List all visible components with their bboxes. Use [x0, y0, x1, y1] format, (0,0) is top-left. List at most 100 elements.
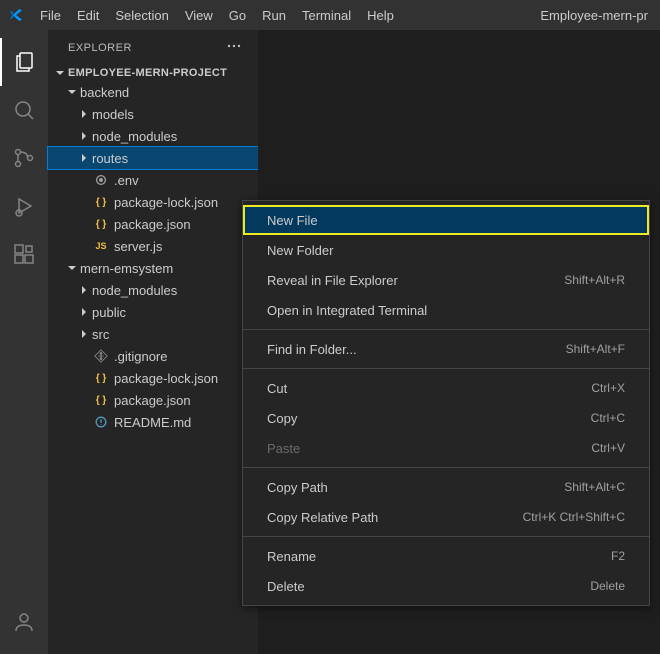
sidebar-header: EXPLORER [48, 30, 258, 65]
menu-help[interactable]: Help [359, 0, 402, 30]
tree-item-package-json[interactable]: { }package.json [48, 389, 258, 411]
tree-item-label: .env [114, 173, 139, 188]
menu-item-open-in-integrated-terminal[interactable]: Open in Integrated Terminal [243, 295, 649, 325]
file-tree: EMPLOYEE-MERN-PROJECT backend models node_… [48, 65, 258, 433]
tree-item-label: .gitignore [114, 349, 167, 364]
extensions-activity[interactable] [0, 230, 48, 278]
activity-bar [0, 30, 48, 654]
menu-separator [243, 368, 649, 369]
menu-item-label: Cut [267, 381, 287, 396]
env-file-icon [92, 173, 110, 187]
tree-item-label: backend [80, 85, 129, 100]
js-file-icon: JS [92, 241, 110, 251]
chevron-right-icon [76, 153, 92, 163]
more-actions-icon[interactable] [226, 38, 242, 57]
git-file-icon [92, 349, 110, 363]
menu-item-copy-path[interactable]: Copy Path Shift+Alt+C [243, 472, 649, 502]
menu-item-shortcut: Ctrl+C [591, 411, 625, 425]
tree-item-package-lock-json[interactable]: { } package-lock.json [48, 367, 258, 389]
accounts-activity[interactable] [0, 598, 48, 646]
tree-item-mern-emsystem[interactable]: mern-emsystem [48, 257, 258, 279]
context-menu: New File New Folder Reveal in File Explore… [242, 200, 650, 606]
menu-selection[interactable]: Selection [107, 0, 176, 30]
tree-item-models[interactable]: models [48, 103, 258, 125]
menu-item-shortcut: F2 [611, 549, 625, 563]
menu-edit[interactable]: Edit [69, 0, 107, 30]
section-label: EMPLOYEE-MERN-PROJECT [68, 67, 227, 79]
chevron-down-icon [52, 68, 68, 78]
tree-item-node-modules[interactable]: node_modules [48, 125, 258, 147]
menu-item-rename[interactable]: Rename F2 [243, 541, 649, 571]
menu-item-label: Copy Path [267, 480, 328, 495]
menu-item-delete[interactable]: Delete Delete [243, 571, 649, 601]
json-file-icon: { } [92, 219, 110, 230]
menu-separator [243, 329, 649, 330]
menu-separator [243, 536, 649, 537]
menu-item-label: New Folder [267, 243, 333, 258]
menu-item-cut[interactable]: Cut Ctrl+X [243, 373, 649, 403]
menu-item-label: Copy [267, 411, 297, 426]
vscode-logo-icon [8, 7, 24, 23]
tree-item-label: package-lock.json [114, 371, 218, 386]
tree-item-label: package-lock.json [114, 195, 218, 210]
menu-item-copy-relative-path[interactable]: Copy Relative Path Ctrl+K Ctrl+Shift+C [243, 502, 649, 532]
sidebar: EXPLORER EMPLOYEE-MERN-PROJECT backend mo… [48, 30, 258, 654]
chevron-right-icon [76, 329, 92, 339]
tree-item-label: server.js [114, 239, 162, 254]
chevron-right-icon [76, 307, 92, 317]
chevron-down-icon [64, 87, 80, 97]
menu-item-shortcut: Ctrl+X [591, 381, 625, 395]
sidebar-title: EXPLORER [68, 42, 132, 54]
tree-item-label: node_modules [92, 283, 177, 298]
json-file-icon: { } [92, 197, 110, 208]
explorer-activity[interactable] [0, 38, 48, 86]
tree-item-label: models [92, 107, 134, 122]
tree-item-node-modules[interactable]: node_modules [48, 279, 258, 301]
tree-item-label: src [92, 327, 109, 342]
menu-item-shortcut: Ctrl+V [591, 441, 625, 455]
menu-item-reveal-in-file-explorer[interactable]: Reveal in File ExplorerShift+Alt+R [243, 265, 649, 295]
menu-item-shortcut: Shift+Alt+R [564, 273, 625, 287]
menu-run[interactable]: Run [254, 0, 294, 30]
chevron-right-icon [76, 131, 92, 141]
menu-separator [243, 467, 649, 468]
menu-item-copy[interactable]: Copy Ctrl+C [243, 403, 649, 433]
menu-item-shortcut: Ctrl+K Ctrl+Shift+C [523, 510, 625, 524]
menu-item-new-file[interactable]: New File [243, 205, 649, 235]
menu-file[interactable]: File [32, 0, 69, 30]
menu-item-new-folder[interactable]: New Folder [243, 235, 649, 265]
menu-item-shortcut: Shift+Alt+F [566, 342, 625, 356]
tree-item-src[interactable]: src [48, 323, 258, 345]
menu-item-label: Copy Relative Path [267, 510, 378, 525]
tree-item-package-lock-json[interactable]: { } package-lock.json [48, 191, 258, 213]
menu-item-paste: Paste Ctrl+V [243, 433, 649, 463]
menubar: FileEditSelectionViewGoRunTerminalHelp [32, 0, 402, 30]
menu-view[interactable]: View [177, 0, 221, 30]
tree-item-readme-md[interactable]: README.md [48, 411, 258, 433]
menu-terminal[interactable]: Terminal [294, 0, 359, 30]
menu-item-shortcut: Delete [590, 579, 625, 593]
titlebar: FileEditSelectionViewGoRunTerminalHelp E… [0, 0, 660, 30]
tree-item--gitignore[interactable]: .gitignore [48, 345, 258, 367]
menu-item-label: Rename [267, 549, 316, 564]
menu-go[interactable]: Go [221, 0, 254, 30]
menu-item-find-in-folder---[interactable]: Find in Folder...Shift+Alt+F [243, 334, 649, 364]
tree-item-label: node_modules [92, 129, 177, 144]
source-control-activity[interactable] [0, 134, 48, 182]
chevron-right-icon [76, 109, 92, 119]
tree-item-public[interactable]: public [48, 301, 258, 323]
search-activity[interactable] [0, 86, 48, 134]
tree-item-backend[interactable]: backend [48, 81, 258, 103]
run-debug-activity[interactable] [0, 182, 48, 230]
menu-item-label: Paste [267, 441, 300, 456]
tree-item-package-json[interactable]: { }package.json [48, 213, 258, 235]
json-file-icon: { } [92, 395, 110, 406]
menu-item-shortcut: Shift+Alt+C [564, 480, 625, 494]
tree-item-routes[interactable]: routes [48, 147, 258, 169]
menu-item-label: Delete [267, 579, 305, 594]
tree-item-server-js[interactable]: JS server.js [48, 235, 258, 257]
tree-item--env[interactable]: .env [48, 169, 258, 191]
json-file-icon: { } [92, 373, 110, 384]
tree-section-header[interactable]: EMPLOYEE-MERN-PROJECT [48, 65, 258, 81]
tree-item-label: mern-emsystem [80, 261, 173, 276]
